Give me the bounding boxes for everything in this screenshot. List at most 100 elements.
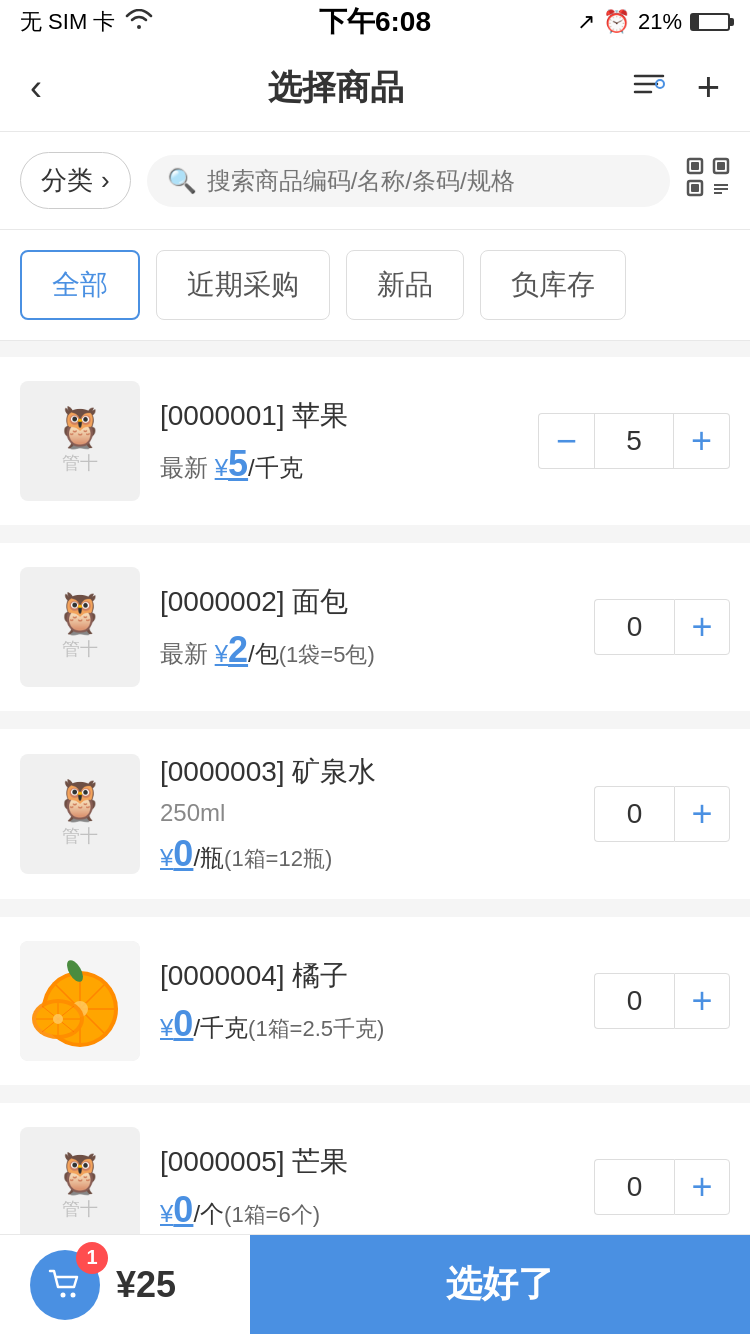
- product-price: 最新 ¥5/千克: [160, 443, 518, 485]
- list-item: 🦉 管十 [0000003] 矿泉水 250ml ¥0/瓶(1箱=12瓶) +: [0, 729, 750, 899]
- product-price: ¥0/千克(1箱=2.5千克): [160, 1003, 574, 1045]
- svg-point-29: [61, 1292, 66, 1297]
- tab-recent[interactable]: 近期采购: [156, 250, 330, 320]
- product-image-2: 🦉 管十: [20, 567, 140, 687]
- quantity-control-2: +: [594, 599, 730, 655]
- quantity-plus-button[interactable]: +: [674, 599, 730, 655]
- svg-point-28: [53, 1014, 63, 1024]
- quantity-plus-button[interactable]: +: [674, 413, 730, 469]
- price-pack: (1箱=12瓶): [224, 846, 332, 871]
- quantity-plus-button[interactable]: +: [674, 786, 730, 842]
- quantity-minus-button[interactable]: −: [538, 413, 594, 469]
- cart-section: 1 ¥25: [0, 1250, 250, 1320]
- tabs-bar: 全部 近期采购 新品 负库存: [0, 230, 750, 341]
- svg-point-30: [71, 1292, 76, 1297]
- status-right: ↗ ⏰ 21%: [577, 9, 730, 35]
- tab-all[interactable]: 全部: [20, 250, 140, 320]
- status-bar: 无 SIM 卡 下午6:08 ↗ ⏰ 21%: [0, 0, 750, 44]
- status-time: 下午6:08: [319, 3, 431, 41]
- price-label: 最新: [160, 640, 215, 667]
- product-image-1: 🦉 管十: [20, 381, 140, 501]
- quantity-input[interactable]: [594, 413, 674, 469]
- filter-bar: 分类 › 🔍: [0, 132, 750, 230]
- price-value: 2: [228, 629, 248, 670]
- separator-4: [0, 901, 750, 917]
- svg-rect-8: [717, 162, 725, 170]
- owl-icon: 🦉: [55, 780, 105, 820]
- product-info-4: [0000004] 橘子 ¥0/千克(1箱=2.5千克): [160, 957, 574, 1045]
- price-pack: (1袋=5包): [279, 642, 375, 667]
- product-spec: 250ml: [160, 799, 574, 827]
- quantity-input[interactable]: [594, 1159, 674, 1215]
- page-title: 选择商品: [268, 65, 404, 111]
- product-name: [0000003] 矿泉水: [160, 753, 574, 791]
- price-pack: (1箱=6个): [224, 1202, 320, 1227]
- price-unit: /包: [248, 640, 279, 667]
- price-value: 0: [173, 833, 193, 874]
- brand-text: 管十: [62, 1197, 98, 1221]
- list-item: 🦉 管十 [0000002] 面包 最新 ¥2/包(1袋=5包) +: [0, 543, 750, 711]
- quantity-control-3: +: [594, 786, 730, 842]
- quantity-control-1: − +: [538, 413, 730, 469]
- wifi-icon: [125, 9, 153, 35]
- price-currency: ¥: [160, 1200, 173, 1227]
- separator-3: [0, 713, 750, 729]
- svg-rect-9: [691, 184, 699, 192]
- owl-icon: 🦉: [55, 407, 105, 447]
- tab-new[interactable]: 新品: [346, 250, 464, 320]
- add-icon[interactable]: +: [697, 65, 720, 110]
- brand-text: 管十: [62, 451, 98, 475]
- quantity-input[interactable]: [594, 786, 674, 842]
- product-list: 🦉 管十 [0000001] 苹果 最新 ¥5/千克 − + 🦉 管十 [: [0, 357, 750, 1334]
- search-icon: 🔍: [167, 167, 197, 195]
- separator-5: [0, 1087, 750, 1103]
- search-input[interactable]: [207, 167, 650, 195]
- tab-negative[interactable]: 负库存: [480, 250, 626, 320]
- price-unit: /千克: [193, 1014, 248, 1041]
- product-price: ¥0/瓶(1箱=12瓶): [160, 833, 574, 875]
- price-pack: (1箱=2.5千克): [248, 1016, 384, 1041]
- price-unit: /千克: [248, 454, 303, 481]
- list-item: 🦉 管十 [0000001] 苹果 最新 ¥5/千克 − +: [0, 357, 750, 525]
- quantity-plus-button[interactable]: +: [674, 973, 730, 1029]
- product-image-3: 🦉 管十: [20, 754, 140, 874]
- cart-icon-wrap[interactable]: 1: [30, 1250, 100, 1320]
- carrier-label: 无 SIM 卡: [20, 7, 115, 37]
- location-icon: ↗: [577, 9, 595, 35]
- bottom-bar: 1 ¥25 选好了: [0, 1234, 750, 1334]
- back-button[interactable]: ‹: [30, 67, 42, 109]
- separator-1: [0, 341, 750, 357]
- owl-icon: 🦉: [55, 593, 105, 633]
- status-left: 无 SIM 卡: [20, 7, 153, 37]
- product-price: ¥0/个(1箱=6个): [160, 1189, 574, 1231]
- quantity-control-5: +: [594, 1159, 730, 1215]
- price-currency: ¥: [215, 640, 228, 667]
- product-info-2: [0000002] 面包 最新 ¥2/包(1袋=5包): [160, 583, 574, 671]
- product-name: [0000005] 芒果: [160, 1143, 574, 1181]
- price-value: 0: [173, 1189, 193, 1230]
- category-label: 分类: [41, 163, 93, 198]
- brand-text: 管十: [62, 637, 98, 661]
- product-image-4: [20, 941, 140, 1061]
- category-button[interactable]: 分类 ›: [20, 152, 131, 209]
- battery-percent: 21%: [638, 9, 682, 35]
- battery-icon: [690, 13, 730, 31]
- cart-badge: 1: [76, 1242, 108, 1274]
- price-value: 5: [228, 443, 248, 484]
- scan-icon[interactable]: [686, 157, 730, 205]
- quantity-input[interactable]: [594, 973, 674, 1029]
- product-name: [0000004] 橘子: [160, 957, 574, 995]
- placeholder-img: 🦉 管十: [20, 381, 140, 501]
- filter-icon[interactable]: [631, 68, 667, 108]
- separator-2: [0, 527, 750, 543]
- brand-text: 管十: [62, 824, 98, 848]
- price-currency: ¥: [160, 844, 173, 871]
- quantity-input[interactable]: [594, 599, 674, 655]
- product-price: 最新 ¥2/包(1袋=5包): [160, 629, 574, 671]
- confirm-button[interactable]: 选好了: [250, 1235, 750, 1334]
- cart-total: ¥25: [116, 1264, 176, 1306]
- placeholder-img: 🦉 管十: [20, 754, 140, 874]
- quantity-plus-button[interactable]: +: [674, 1159, 730, 1215]
- price-label: 最新: [160, 454, 215, 481]
- price-currency: ¥: [160, 1014, 173, 1041]
